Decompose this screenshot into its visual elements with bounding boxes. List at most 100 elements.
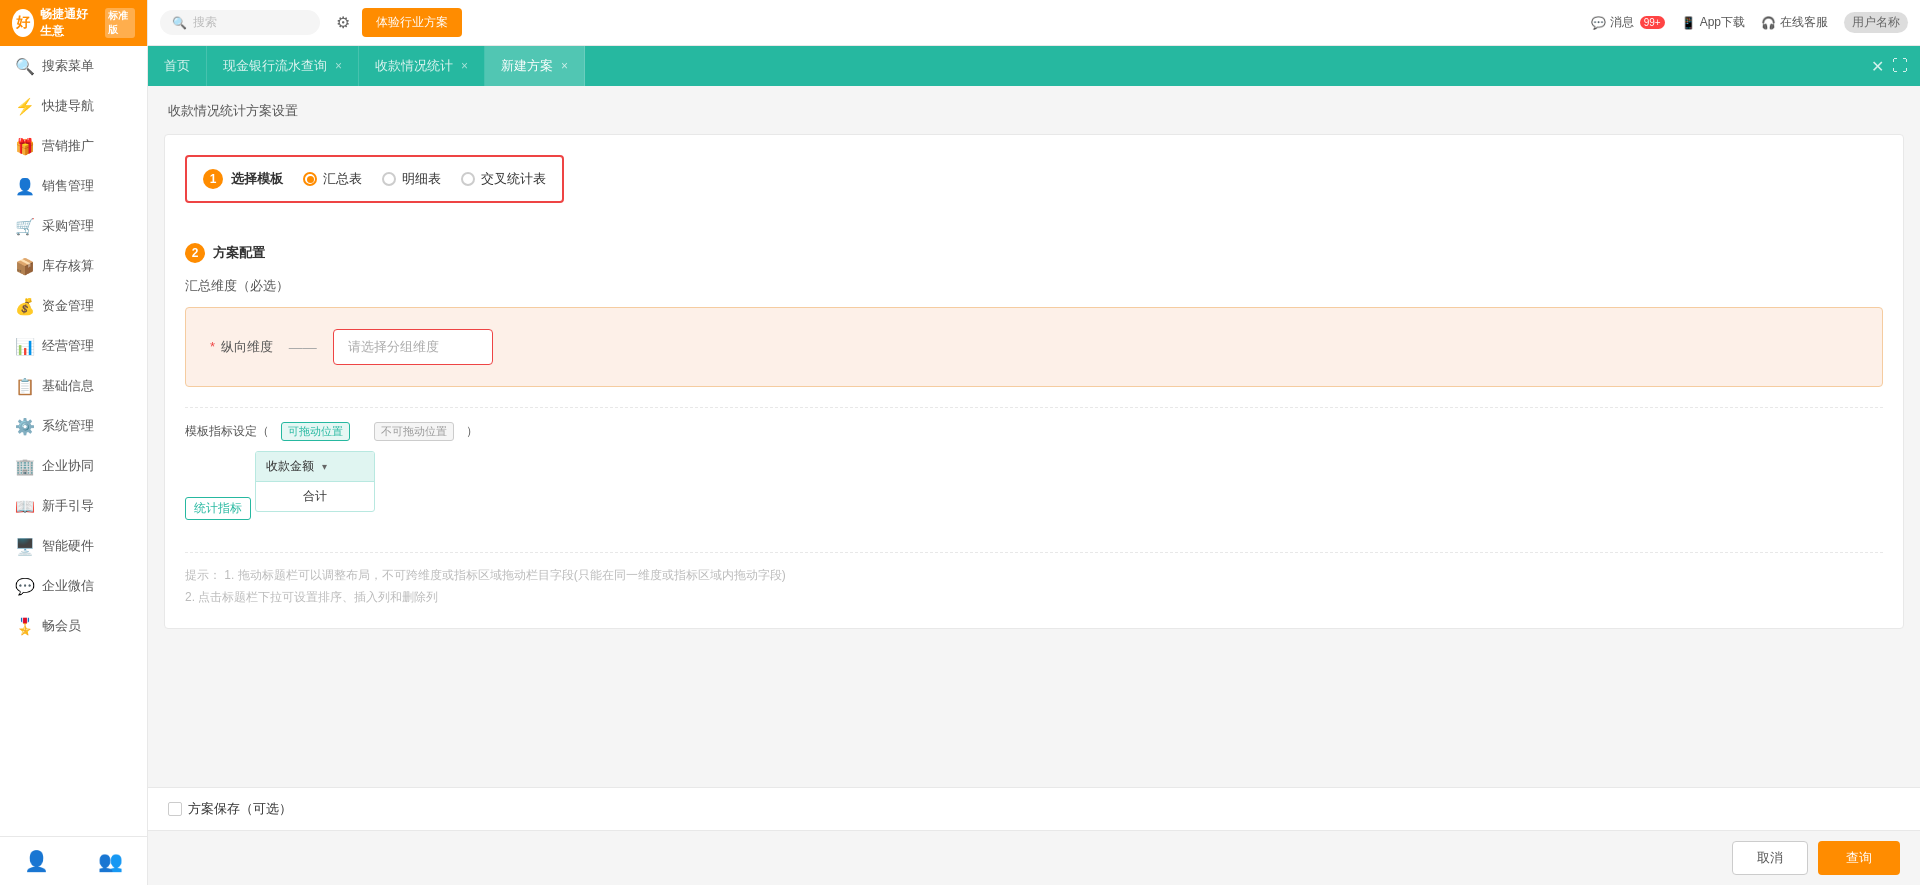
tab-2[interactable]: 收款情况统计 × (359, 46, 485, 86)
logo-text: 畅捷通好生意 (40, 6, 97, 40)
tab-label-2: 收款情况统计 (375, 57, 453, 75)
metrics-table: 收款金额 ▾ 合计 (255, 451, 375, 512)
header-search-box[interactable]: 🔍 搜索 (160, 10, 320, 35)
sidebar-item-13[interactable]: 💬企业微信 (0, 566, 147, 606)
sidebar-bottom-avatar2[interactable]: 👥 (94, 845, 127, 877)
step2-title: 方案配置 (213, 244, 265, 262)
step1-badge: 1 (203, 169, 223, 189)
vertical-label-text: 纵向维度 (221, 339, 273, 354)
save-checkbox-wrap[interactable]: 方案保存（可选） (168, 800, 292, 818)
non-draggable-badge: 不可拖动位置 (374, 422, 454, 441)
sidebar-item-label-14: 畅会员 (42, 617, 81, 635)
radio-cross-label: 交叉统计表 (481, 170, 546, 188)
sidebar-item-1[interactable]: ⚡快捷导航 (0, 86, 147, 126)
metrics-total-row: 合计 (256, 482, 374, 511)
tab-1[interactable]: 现金银行流水查询 × (207, 46, 359, 86)
sidebar-item-icon-10: 🏢 (16, 457, 34, 475)
save-checkbox[interactable] (168, 802, 182, 816)
sidebar: 好 畅捷通好生意 标准版 🔍 搜索菜单 ⚡快捷导航🎁营销推广 👤 销售管理 🛒 采购管理 📦库… (0, 0, 148, 885)
search-icon: 🔍 (172, 16, 187, 30)
logo-icon: 好 (12, 9, 34, 37)
user-avatar[interactable]: 用户名称 (1844, 12, 1908, 33)
sidebar-item-icon-2: 🎁 (16, 137, 34, 155)
download-item[interactable]: 📱 App下载 (1681, 14, 1745, 31)
metrics-section: 模板指标设定（ 可拖动位置 不可拖动位置 ） 统计指标 收款金额 ▾ (185, 407, 1883, 528)
tab-label-1: 现金银行流水查询 (223, 57, 327, 75)
sidebar-item-label-4: 采购管理 (42, 217, 94, 235)
sidebar-item-label-9: 系统管理 (42, 417, 94, 435)
dimension-group-label: 汇总维度（必选） (185, 277, 1883, 295)
radio-detail[interactable]: 明细表 (382, 170, 441, 188)
tab-close-2[interactable]: × (461, 59, 468, 73)
footer-bar: 取消 查询 (148, 830, 1920, 885)
gear-icon[interactable]: ⚙ (332, 9, 354, 36)
sidebar-item-label-3: 销售管理 (42, 177, 94, 195)
tab-expand-icon[interactable]: ⛶ (1892, 57, 1908, 75)
tab-close-all-icon[interactable]: ✕ (1871, 57, 1884, 76)
hint-1: 2. 点击标题栏下拉可设置排序、插入列和删除列 (185, 587, 1883, 609)
sidebar-item-icon-0: 🔍 (16, 57, 34, 75)
sidebar-item-9[interactable]: ⚙️系统管理 (0, 406, 147, 446)
vertical-label: * 纵向维度 (210, 338, 273, 356)
sidebar-logo: 好 畅捷通好生意 标准版 (0, 0, 147, 46)
sidebar-item-label-1: 快捷导航 (42, 97, 94, 115)
sidebar-item-11[interactable]: 📖新手引导 (0, 486, 147, 526)
sidebar-item-10[interactable]: 🏢 企业协同 (0, 446, 147, 486)
sidebar-item-label-0: 搜索菜单 (42, 57, 94, 75)
radio-summary-label: 汇总表 (323, 170, 362, 188)
sidebar-item-label-12: 智能硬件 (42, 537, 94, 555)
search-placeholder: 搜索 (193, 14, 217, 31)
sidebar-item-8[interactable]: 📋 基础信息 (0, 366, 147, 406)
metrics-table-header[interactable]: 收款金额 ▾ (256, 452, 374, 482)
radio-cross[interactable]: 交叉统计表 (461, 170, 546, 188)
tab-3[interactable]: 新建方案× (485, 46, 585, 86)
sidebar-item-6[interactable]: 💰资金管理 (0, 286, 147, 326)
template-radio-group: 汇总表 明细表 交叉统计表 (303, 170, 546, 188)
metrics-close-paren: ） (466, 423, 478, 440)
sidebar-item-label-10: 企业协同 (42, 457, 94, 475)
step1-title: 选择模板 (231, 170, 283, 188)
hint-0: 提示： 1. 拖动标题栏可以调整布局，不可跨维度或指标区域拖动栏目字段(只能在同… (185, 565, 1883, 587)
sidebar-item-icon-8: 📋 (16, 377, 34, 395)
chevron-down-icon[interactable]: ▾ (322, 461, 327, 472)
tab-bar-right: ✕ ⛶ (1859, 46, 1920, 86)
industry-btn[interactable]: 体验行业方案 (362, 8, 462, 37)
sidebar-item-7[interactable]: 📊经营管理 (0, 326, 147, 366)
tab-close-1[interactable]: × (335, 59, 342, 73)
message-label: 消息 (1610, 14, 1634, 31)
sidebar-item-0[interactable]: 🔍 搜索菜单 (0, 46, 147, 86)
content-area: 收款情况统计方案设置 1 选择模板 (148, 86, 1920, 787)
sidebar-item-label-8: 基础信息 (42, 377, 94, 395)
stats-group-label: 统计指标 (185, 497, 251, 520)
radio-summary[interactable]: 汇总表 (303, 170, 362, 188)
page-title: 收款情况统计方案设置 (164, 102, 1904, 120)
dimension-select-dropdown[interactable]: 请选择分组维度 (333, 329, 493, 365)
sidebar-item-5[interactable]: 📦库存核算 (0, 246, 147, 286)
metrics-header-text: 模板指标设定（ (185, 423, 269, 440)
tab-0[interactable]: 首页 (148, 46, 207, 86)
query-button[interactable]: 查询 (1818, 841, 1900, 875)
sidebar-item-12[interactable]: 🖥️智能硬件 (0, 526, 147, 566)
tab-close-3[interactable]: × (561, 59, 568, 73)
sidebar-item-icon-4: 🛒 (16, 217, 34, 235)
sidebar-item-label-13: 企业微信 (42, 577, 94, 595)
config-section: 2 方案配置 汇总维度（必选） * 纵向维度 —— (185, 243, 1883, 608)
sidebar-item-icon-3: 👤 (16, 177, 34, 195)
message-item[interactable]: 💬 消息 99+ (1591, 14, 1665, 31)
sidebar-item-icon-6: 💰 (16, 297, 34, 315)
sidebar-bottom-avatar1[interactable]: 👤 (20, 845, 53, 877)
service-item[interactable]: 🎧 在线客服 (1761, 14, 1828, 31)
metrics-col-label: 收款金额 (266, 458, 314, 475)
header: 🔍 搜索 ⚙ 体验行业方案 💬 消息 99+ 📱 App下载 🎧 在线客服 用户… (148, 0, 1920, 46)
sidebar-item-label-7: 经营管理 (42, 337, 94, 355)
tab-bar: 首页现金银行流水查询×收款情况统计×新建方案× ✕ ⛶ (148, 46, 1920, 86)
sidebar-item-3[interactable]: 👤 销售管理 (0, 166, 147, 206)
sidebar-item-label-5: 库存核算 (42, 257, 94, 275)
sidebar-item-14[interactable]: 🎖️畅会员 (0, 606, 147, 646)
save-section: 方案保存（可选） (148, 787, 1920, 830)
sidebar-item-4[interactable]: 🛒 采购管理 (0, 206, 147, 246)
cancel-button[interactable]: 取消 (1732, 841, 1808, 875)
dimension-area: * 纵向维度 —— 请选择分组维度 (185, 307, 1883, 387)
sidebar-item-2[interactable]: 🎁营销推广 (0, 126, 147, 166)
service-icon: 🎧 (1761, 16, 1776, 30)
